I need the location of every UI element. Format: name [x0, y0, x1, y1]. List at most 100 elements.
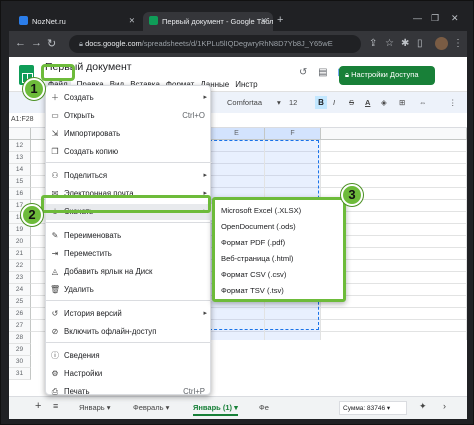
new-tab-icon[interactable]: +	[277, 14, 283, 26]
row-header[interactable]: 14	[9, 164, 31, 176]
merge-icon[interactable]: ⇔	[419, 98, 427, 107]
sheet-tab[interactable]: Февраль ▾	[133, 403, 169, 412]
browser-menu-icon[interactable]: ⋮	[453, 38, 464, 49]
menu-tools[interactable]: Инстр	[235, 80, 257, 89]
row-header[interactable]: 16	[9, 188, 31, 200]
tab-noznet[interactable]: NozNet.ru ✕	[13, 12, 141, 31]
download-ods[interactable]: OpenDocument (.ods)	[221, 222, 296, 231]
download-csv[interactable]: Формат CSV (.csv)	[221, 270, 286, 279]
extensions-icon[interactable]: ✱	[401, 38, 412, 49]
row-header[interactable]: 19	[9, 224, 31, 236]
file-menu-highlight	[41, 64, 75, 81]
menu-item-print[interactable]: ⎙ Печать Ctrl+P	[46, 384, 212, 400]
sum-indicator[interactable]: Сумма: 83746 ▾	[339, 401, 407, 415]
menu-item-open[interactable]: ▭ Открыть Ctrl+O	[46, 108, 212, 124]
tab-sheets[interactable]: Первый документ - Google Таблиц ✕	[143, 12, 273, 31]
dropdown-icon[interactable]: ▾	[277, 98, 281, 107]
column-header-e[interactable]: E	[209, 128, 265, 140]
text-color-icon[interactable]: A	[365, 98, 370, 107]
share-button[interactable]: 🔒︎ Настройки Доступа	[339, 66, 435, 85]
italic-icon[interactable]: I	[333, 98, 335, 107]
copy-icon: ❐	[51, 147, 59, 156]
forward-icon[interactable]: →	[31, 37, 42, 49]
close-tab-icon[interactable]: ✕	[129, 16, 135, 25]
sheet-tab[interactable]: Январь ▾	[79, 403, 111, 412]
bookmark-star-icon[interactable]: ☆	[385, 38, 396, 49]
share-button-label: Настройки Доступа	[351, 70, 419, 79]
column-header-rest	[321, 128, 467, 140]
history-icon[interactable]: ↺	[299, 67, 307, 78]
row-header[interactable]: 25	[9, 296, 31, 308]
row-header[interactable]: 23	[9, 272, 31, 284]
menu-item-create[interactable]: ＋ Создать ▸	[46, 90, 212, 106]
row-header[interactable]: 30	[9, 356, 31, 368]
corner-header[interactable]	[9, 128, 31, 140]
menu-item-move[interactable]: ⇥ Переместить	[46, 246, 212, 262]
sheet-tab-label: Январь (1)	[193, 403, 233, 412]
profile-avatar[interactable]	[435, 37, 448, 50]
row-header[interactable]: 20	[9, 236, 31, 248]
menu-item-make-copy[interactable]: ❐ Создать копию	[46, 144, 212, 160]
menu-item-offline[interactable]: ⊘ Включить офлайн-доступ	[46, 324, 212, 340]
strikethrough-icon[interactable]: S	[349, 98, 354, 107]
download-pdf[interactable]: Формат PDF (.pdf)	[221, 238, 285, 247]
menu-item-label: Поделиться	[64, 171, 108, 180]
download-html[interactable]: Веб-страница (.html)	[221, 254, 293, 263]
bold-button[interactable]: B	[315, 96, 327, 109]
menu-item-rename[interactable]: ✎ Переименовать	[46, 228, 212, 244]
maximize-icon[interactable]: ❐	[431, 13, 439, 24]
comments-icon[interactable]: ▤	[318, 67, 327, 78]
row-header[interactable]: 31	[9, 368, 31, 380]
row-header[interactable]: 21	[9, 248, 31, 260]
row-header[interactable]: 27	[9, 320, 31, 332]
row-header[interactable]: 15	[9, 176, 31, 188]
row-header[interactable]: 26	[9, 308, 31, 320]
menu-item-label: Настройки	[64, 369, 103, 378]
menu-item-delete[interactable]: 🗑︎ Удалить	[46, 282, 212, 298]
row-header[interactable]: 12	[9, 140, 31, 152]
row-header[interactable]: 13	[9, 152, 31, 164]
more-icon[interactable]: ⋮	[449, 98, 457, 107]
sheet-tab-active[interactable]: Январь (1) ▾	[193, 403, 238, 416]
font-family-select[interactable]: Comfortaa	[227, 98, 262, 107]
download-xlsx[interactable]: Microsoft Excel (.XLSX)	[221, 206, 301, 215]
sidebar-icon[interactable]: ▯	[417, 38, 428, 49]
address-bar[interactable]: 🔒︎ docs.google.com/spreadsheets/d/1KPLu5…	[69, 35, 361, 53]
close-tab-icon[interactable]: ✕	[261, 16, 267, 25]
reload-icon[interactable]: ↻	[47, 37, 56, 50]
menu-item-version-history[interactable]: ↺ История версий ▸	[46, 306, 212, 322]
menu-item-label: Создать	[64, 93, 94, 102]
sum-label: Сумма: 83746	[343, 405, 386, 412]
side-panel-icon[interactable]: ›	[443, 401, 446, 411]
row-header[interactable]: 22	[9, 260, 31, 272]
fill-color-icon[interactable]: ◈	[381, 98, 387, 107]
file-menu: ＋ Создать ▸ ▭ Открыть Ctrl+O ⇲ Импортировать ❐ Со…	[45, 85, 212, 396]
menu-item-import[interactable]: ⇲ Импортировать	[46, 126, 212, 142]
close-window-icon[interactable]: ✕	[451, 13, 459, 24]
noznet-favicon-icon	[19, 16, 28, 25]
info-icon: ⓘ	[51, 351, 59, 360]
menu-item-add-shortcut[interactable]: ◬ Добавить ярлык на Диск	[46, 264, 212, 280]
column-header-f[interactable]: F	[265, 128, 321, 140]
minimize-icon[interactable]: —	[413, 13, 422, 23]
download-tsv[interactable]: Формат TSV (.tsv)	[221, 286, 284, 295]
row-header[interactable]: 24	[9, 284, 31, 296]
name-box[interactable]: A1:F28	[11, 116, 34, 123]
sheet-tab[interactable]: Фе	[259, 403, 269, 412]
share-page-icon[interactable]: ⇪	[369, 38, 380, 49]
tab-strip: NozNet.ru ✕ Первый документ - Google Табл…	[9, 9, 467, 31]
back-icon[interactable]: ←	[15, 37, 26, 49]
menu-item-share[interactable]: ⚇ Поделиться ▸	[46, 168, 212, 184]
screen-frame: NozNet.ru ✕ Первый документ - Google Табл…	[0, 0, 474, 425]
add-sheet-icon[interactable]: +	[35, 400, 41, 412]
explore-icon[interactable]: ✦	[419, 401, 427, 412]
menu-item-settings[interactable]: ⚙ Настройки	[46, 366, 212, 382]
menu-item-details[interactable]: ⓘ Сведения	[46, 348, 212, 364]
row-header[interactable]: 29	[9, 344, 31, 356]
borders-icon[interactable]: ⊞	[399, 98, 405, 107]
row-header[interactable]: 28	[9, 332, 31, 344]
font-size-input[interactable]: 12	[289, 98, 297, 107]
step-badge-3: 3	[341, 184, 363, 206]
all-sheets-icon[interactable]: ≡	[53, 401, 58, 411]
menu-divider	[46, 342, 212, 343]
